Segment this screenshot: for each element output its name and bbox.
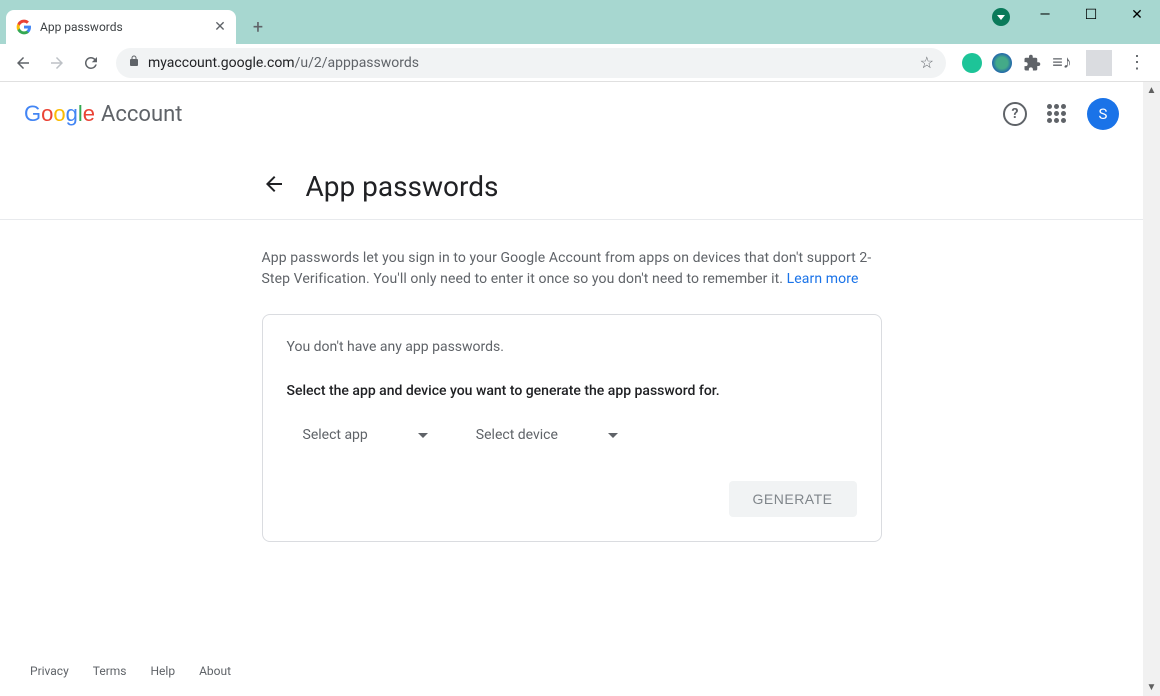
lock-icon <box>128 55 140 70</box>
divider <box>0 219 1143 220</box>
url-input[interactable]: myaccount.google.com/u/2/apppasswords ☆ <box>116 48 946 78</box>
footer-terms-link[interactable]: Terms <box>93 664 127 678</box>
learn-more-link[interactable]: Learn more <box>787 271 859 287</box>
intro-text: App passwords let you sign in to your Go… <box>262 248 882 290</box>
chevron-down-icon <box>608 433 618 438</box>
footer-links: Privacy Terms Help About <box>30 664 231 678</box>
reload-button[interactable] <box>76 48 106 78</box>
chevron-down-icon <box>418 433 428 438</box>
select-device-label: Select device <box>476 427 558 443</box>
extensions-puzzle-icon[interactable] <box>1022 53 1042 73</box>
browser-tab-strip: App passwords ✕ + — ☐ ✕ <box>0 0 1160 44</box>
grammarly-extension-icon[interactable] <box>962 53 982 73</box>
forward-button[interactable] <box>42 48 72 78</box>
close-window-button[interactable]: ✕ <box>1114 0 1160 30</box>
close-tab-icon[interactable]: ✕ <box>212 19 228 35</box>
help-icon[interactable]: ? <box>1003 102 1027 126</box>
page-content: Google Account ? S App passwords <box>0 82 1143 696</box>
window-controls: — ☐ ✕ <box>1022 0 1160 30</box>
google-account-header: Google Account ? S <box>0 82 1143 146</box>
back-arrow-icon[interactable] <box>262 172 286 202</box>
scroll-up-arrow-icon[interactable]: ▲ <box>1143 82 1160 99</box>
new-tab-button[interactable]: + <box>244 13 272 41</box>
instruction-text: Select the app and device you want to ge… <box>287 383 857 399</box>
no-passwords-text: You don't have any app passwords. <box>287 339 857 355</box>
extension-icons: ≡♪ <box>956 50 1118 76</box>
select-app-dropdown[interactable]: Select app <box>303 427 428 443</box>
browser-tab-active[interactable]: App passwords ✕ <box>6 10 236 44</box>
footer-about-link[interactable]: About <box>199 664 231 678</box>
google-account-logo[interactable]: Google Account <box>24 101 182 127</box>
globe-extension-icon[interactable] <box>992 53 1012 73</box>
address-bar: myaccount.google.com/u/2/apppasswords ☆ … <box>0 44 1160 82</box>
browser-menu-button[interactable]: ⋮ <box>1122 52 1152 73</box>
bookmark-star-icon[interactable]: ☆ <box>920 53 934 72</box>
generate-button[interactable]: GENERATE <box>729 481 857 517</box>
scroll-down-arrow-icon[interactable]: ▼ <box>1143 679 1160 696</box>
page-title: App passwords <box>306 170 499 203</box>
vertical-scrollbar[interactable]: ▲ ▼ <box>1143 82 1160 696</box>
download-indicator-icon[interactable] <box>992 8 1010 26</box>
google-apps-icon[interactable] <box>1045 102 1069 126</box>
back-button[interactable] <box>8 48 38 78</box>
profile-avatar-button[interactable] <box>1086 50 1112 76</box>
select-app-label: Select app <box>303 427 368 443</box>
url-text: myaccount.google.com/u/2/apppasswords <box>148 55 912 71</box>
media-extension-icon[interactable]: ≡♪ <box>1052 53 1072 73</box>
tab-title: App passwords <box>40 20 204 34</box>
select-device-dropdown[interactable]: Select device <box>476 427 618 443</box>
footer-privacy-link[interactable]: Privacy <box>30 664 69 678</box>
minimize-button[interactable]: — <box>1022 0 1068 30</box>
google-favicon <box>16 19 32 35</box>
app-password-card: You don't have any app passwords. Select… <box>262 314 882 542</box>
footer-help-link[interactable]: Help <box>151 664 176 678</box>
account-avatar[interactable]: S <box>1087 98 1119 130</box>
maximize-button[interactable]: ☐ <box>1068 0 1114 30</box>
